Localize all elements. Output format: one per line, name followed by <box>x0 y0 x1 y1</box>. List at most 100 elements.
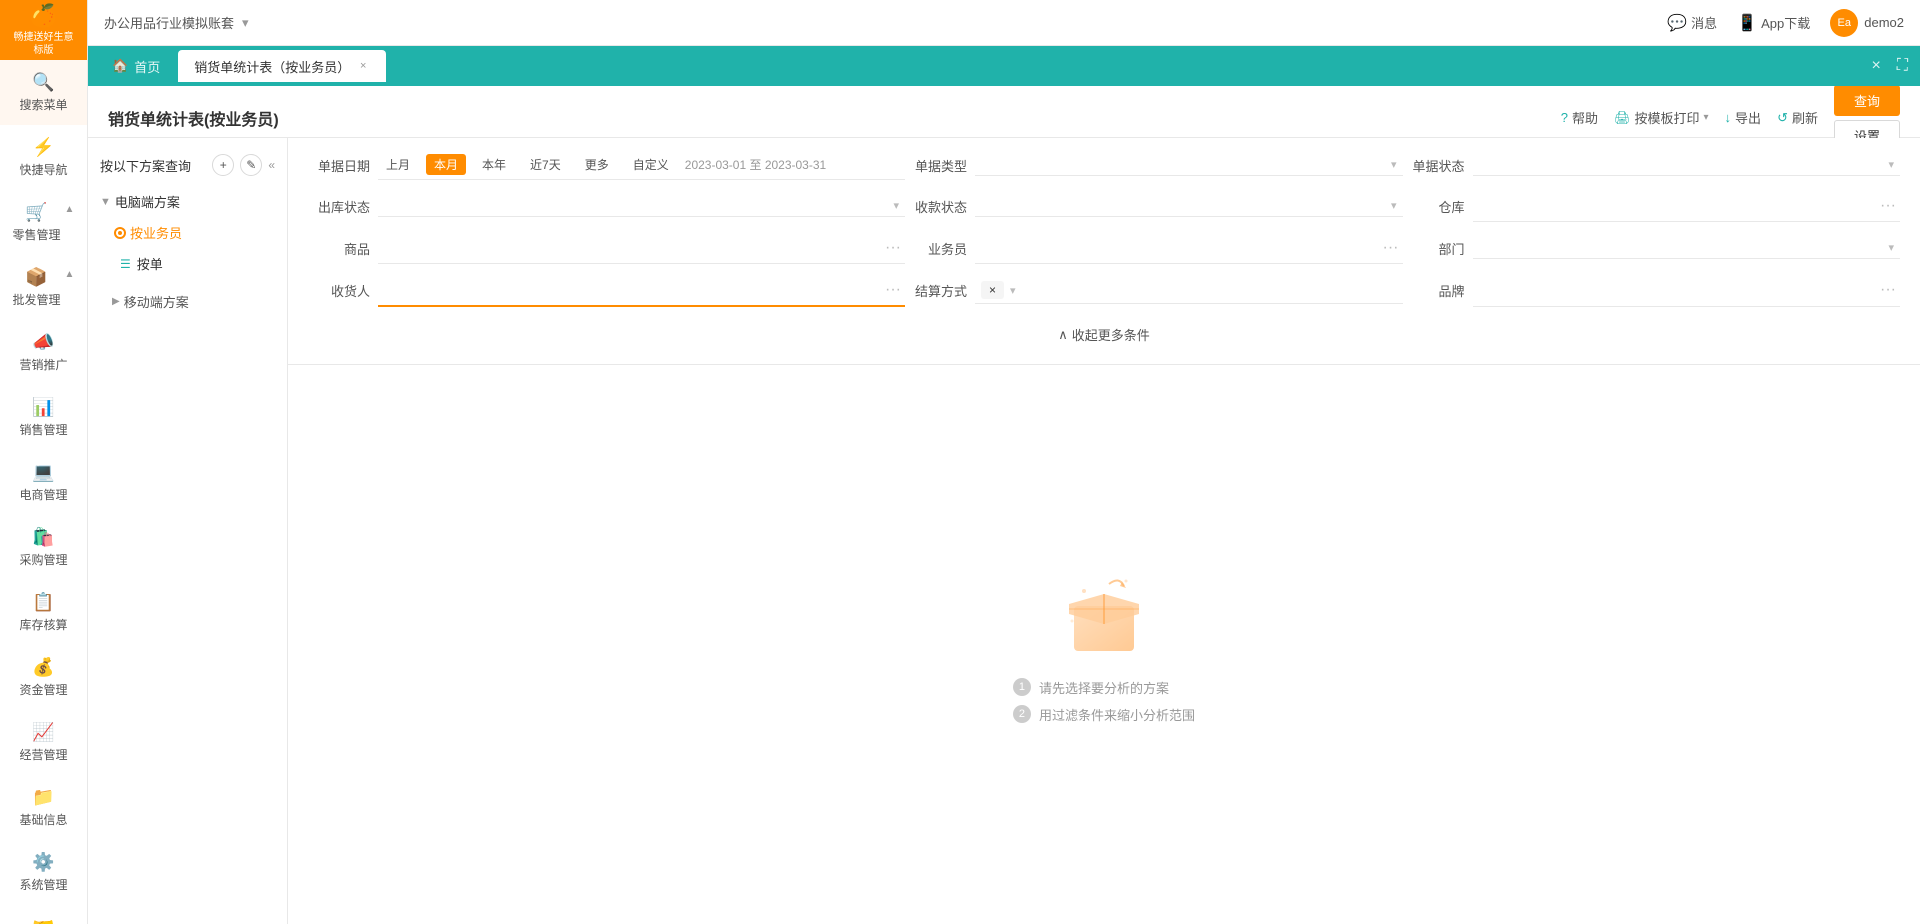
date-btn-this-month[interactable]: 本月 <box>426 154 466 175</box>
basic-icon: 📁 <box>32 787 54 808</box>
brand-label: 品牌 <box>1403 281 1473 300</box>
sidebar-item-search[interactable]: 🔍 搜索菜单 <box>0 60 87 125</box>
user-profile-button[interactable]: Ea demo2 <box>1830 9 1904 37</box>
collapse-label: 收起更多条件 <box>1072 325 1150 344</box>
order-status-arrow: ▾ <box>1888 158 1894 171</box>
receipt-status-select[interactable]: ▾ <box>975 195 1403 217</box>
sidebar-item-basic[interactable]: 📁 基础信息 <box>0 775 87 840</box>
sidebar-item-label: 快捷导航 <box>19 161 67 178</box>
inventory-icon: 📋 <box>32 592 54 613</box>
export-button[interactable]: ↓ 导出 <box>1725 108 1762 127</box>
salesman-input[interactable] <box>975 236 1379 259</box>
help-button[interactable]: ? 帮助 <box>1561 108 1598 127</box>
empty-tip-1: 1 请先选择要分析的方案 <box>1013 678 1195 697</box>
sidebar-item-label: 系统管理 <box>19 876 67 893</box>
salesman-dots[interactable]: ··· <box>1379 239 1403 257</box>
sidebar-item-marketing[interactable]: 📣 营销推广 <box>0 320 87 385</box>
scheme-item-by-order[interactable]: ☰ 按单 <box>88 248 287 279</box>
brand-input[interactable] <box>1473 279 1877 302</box>
sidebar-item-purchase[interactable]: 🛍️ 采购管理 <box>0 515 87 580</box>
order-type-arrow: ▾ <box>1391 158 1397 171</box>
consignee-input[interactable] <box>378 278 881 301</box>
filter-item-salesman: 业务员 ··· <box>905 232 1403 264</box>
sidebar-item-ecommerce[interactable]: 💻 电商管理 <box>0 450 87 515</box>
scheme-collapse-button[interactable]: « <box>268 158 275 172</box>
date-btn-custom[interactable]: 自定义 <box>625 154 677 175</box>
sidebar-item-label: 经营管理 <box>19 746 67 763</box>
date-btn-this-year[interactable]: 本年 <box>474 154 514 175</box>
salesman-label: 业务员 <box>905 239 975 258</box>
sidebar-item-retail[interactable]: 🛒 零售管理 ▲ <box>0 190 87 255</box>
date-btn-more[interactable]: 更多 <box>577 154 617 175</box>
refresh-button[interactable]: ↺ 刷新 <box>1777 108 1818 127</box>
tip-2-text: 用过滤条件来缩小分析范围 <box>1039 705 1195 724</box>
order-type-select[interactable]: ▾ <box>975 154 1403 176</box>
sidebar-item-operations[interactable]: 📈 经营管理 <box>0 710 87 775</box>
window-maximize-button[interactable]: ⛶ <box>1893 53 1912 79</box>
goods-input[interactable] <box>378 236 881 259</box>
order-status-select[interactable]: ▾ <box>1473 154 1901 176</box>
scheme-panel-header: 按以下方案查询 + ✎ « <box>88 148 287 182</box>
sidebar-item-finance[interactable]: 💰 资金管理 <box>0 645 87 710</box>
tab-sales-report[interactable]: 销货单统计表（按业务员） × <box>178 50 386 82</box>
sub-item-icon: ☰ <box>120 257 131 271</box>
scheme-add-button[interactable]: + <box>212 154 234 176</box>
mobile-scheme-group: ▶ 移动端方案 <box>88 283 287 320</box>
filter-item-goods: 商品 ··· <box>308 232 905 264</box>
consignee-dots[interactable]: ··· <box>881 281 905 299</box>
date-filter: 上月 本月 本年 近7天 更多 自定义 2023-03-01 至 2023-03… <box>378 150 905 180</box>
sidebar-item-sales[interactable]: 📊 销售管理 <box>0 385 87 450</box>
sub-item-label: 按单 <box>137 254 163 273</box>
active-scheme-dot <box>116 229 124 237</box>
user-name: demo2 <box>1864 15 1904 30</box>
print-template-button[interactable]: 🖨 按模板打印 ▾ <box>1614 108 1709 127</box>
page-header: 销货单统计表(按业务员) ? 帮助 🖨 按模板打印 ▾ ↓ 导出 ↺ 刷新 <box>88 86 1920 138</box>
department-select[interactable]: ▾ <box>1473 237 1901 259</box>
tab-bar-right: × ⛶ <box>1867 53 1912 79</box>
out-status-select[interactable]: ▾ <box>378 195 905 217</box>
collapse-more-button[interactable]: ∧ 收起更多条件 <box>308 317 1900 352</box>
sidebar-item-enterprise[interactable]: 🤝 企业协同 <box>0 905 87 924</box>
tab-close-icon[interactable]: × <box>356 59 370 73</box>
help-icon: ? <box>1561 110 1568 125</box>
brand-dots[interactable]: ··· <box>1876 281 1900 299</box>
sidebar-item-label: 销售管理 <box>19 421 67 438</box>
tab-home[interactable]: 🏠 首页 <box>96 50 176 82</box>
sidebar-item-inventory[interactable]: 📋 库存核算 <box>0 580 87 645</box>
goods-dots[interactable]: ··· <box>881 239 905 257</box>
sidebar-item-label: 库存核算 <box>19 616 67 633</box>
header-breadcrumb-area: 办公用品行业模拟账套 ▾ <box>104 13 249 32</box>
wholesale-arrow-icon: ▲ <box>65 269 75 280</box>
sidebar-item-label: 基础信息 <box>19 811 67 828</box>
content: 销货单统计表(按业务员) ? 帮助 🖨 按模板打印 ▾ ↓ 导出 ↺ 刷新 <box>88 86 1920 924</box>
top-header: 办公用品行业模拟账套 ▾ 💬 消息 📱 App下载 Ea demo2 <box>88 0 1920 46</box>
retail-icon: 🛒 <box>25 202 47 223</box>
desktop-group-header[interactable]: ▼ 电脑端方案 <box>88 186 287 217</box>
print-icon: 🖨 <box>1614 110 1631 126</box>
message-button[interactable]: 💬 消息 <box>1667 13 1717 33</box>
breadcrumb-dropdown-icon[interactable]: ▾ <box>242 15 249 31</box>
avatar: Ea <box>1830 9 1858 37</box>
date-btn-last-month[interactable]: 上月 <box>378 154 418 175</box>
sidebar-item-wholesale[interactable]: 📦 批发管理 ▲ <box>0 255 87 320</box>
order-status-label: 单据状态 <box>1403 156 1473 175</box>
receipt-status-label: 收款状态 <box>905 197 975 216</box>
settlement-tag-close[interactable]: × <box>989 283 996 297</box>
sidebar-item-label: 电商管理 <box>19 486 67 503</box>
query-button[interactable]: 查询 <box>1834 86 1900 116</box>
warehouse-dots[interactable]: ··· <box>1876 197 1900 215</box>
empty-tip-2: 2 用过滤条件来缩小分析范围 <box>1013 705 1195 724</box>
warehouse-input[interactable] <box>1473 194 1877 217</box>
app-download-button[interactable]: 📱 App下载 <box>1737 13 1810 33</box>
app-download-label: App下载 <box>1761 13 1810 32</box>
sidebar-item-quick-nav[interactable]: ⚡ 快捷导航 <box>0 125 87 190</box>
date-btn-last-7-days[interactable]: 近7天 <box>522 154 569 175</box>
refresh-icon: ↺ <box>1777 110 1788 126</box>
mobile-group-header[interactable]: ▶ 移动端方案 <box>88 287 287 316</box>
scheme-item-by-salesman[interactable]: 按业务员 <box>88 217 287 248</box>
sidebar-item-system[interactable]: ⚙️ 系统管理 <box>0 840 87 905</box>
scheme-actions: + ✎ « <box>212 154 275 176</box>
scheme-edit-button[interactable]: ✎ <box>240 154 262 176</box>
filter-row-3: 商品 ··· 业务员 ··· <box>308 232 1900 264</box>
window-close-button[interactable]: × <box>1867 53 1884 79</box>
